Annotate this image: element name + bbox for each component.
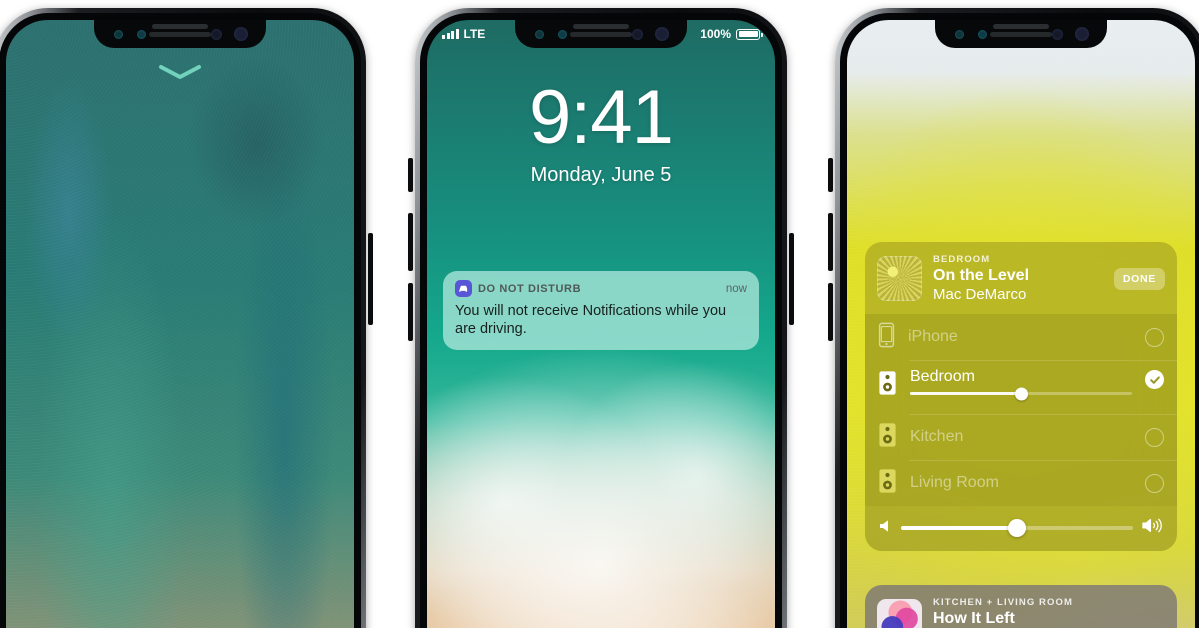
second-now-playing-card[interactable]: KITCHEN + LIVING ROOM How It Left Violen…: [865, 585, 1177, 628]
earpiece-grille: [152, 24, 208, 29]
screenshot-root: Green Light Lorde: [0, 0, 1199, 628]
screen-left: Green Light Lorde: [6, 20, 354, 628]
status-bar: LTE 100%: [427, 20, 775, 48]
device-row-bedroom[interactable]: Bedroom: [865, 360, 1177, 414]
notification-app-title: DO NOT DISTURB: [478, 282, 582, 295]
side-power-button[interactable]: [789, 233, 794, 325]
volume-up-button[interactable]: [408, 213, 413, 271]
infrared-camera-icon: [955, 29, 964, 39]
airplay-card-meta: BEDROOM On the Level Mac DeMarco: [933, 254, 1103, 303]
clock-time: 9:41: [529, 75, 674, 160]
volume-low-icon: [879, 519, 892, 538]
volume-high-icon: [1142, 518, 1163, 538]
status-bar-left: LTE: [442, 27, 485, 41]
notification-banner[interactable]: DO NOT DISTURB now You will not receive …: [443, 271, 759, 350]
album-artwork: [877, 256, 922, 301]
notch: [94, 20, 266, 48]
network-type-label: LTE: [463, 27, 486, 41]
iphone-icon: [878, 322, 895, 353]
wallpaper-blurred-teal: [6, 20, 354, 628]
notch-sensors-right: [1052, 27, 1089, 41]
side-power-button[interactable]: [368, 233, 373, 325]
device-radio-unselected[interactable]: [1145, 473, 1164, 493]
clock-date: Monday, June 5: [530, 164, 672, 187]
device-name: Bedroom: [910, 368, 975, 385]
dot-projector-icon: [1052, 28, 1063, 40]
device-name: Kitchen: [910, 428, 964, 445]
device-name: iPhone: [908, 328, 958, 345]
notification-body: You will not receive Notifications while…: [455, 303, 727, 338]
chevron-down-icon: [158, 64, 202, 85]
status-bar-right: 100%: [700, 27, 763, 41]
device-row-kitchen[interactable]: Kitchen: [865, 414, 1177, 460]
airplay-card: BEDROOM On the Level Mac DeMarco DONE iP…: [865, 242, 1177, 551]
notification-time: now: [725, 282, 747, 295]
front-camera-icon: [234, 27, 248, 41]
speaker-icon: [878, 370, 897, 401]
front-camera-icon: [1075, 27, 1089, 41]
flood-illuminator-icon: [137, 29, 146, 39]
notch-sensors-right: [211, 27, 248, 41]
device-row-iphone[interactable]: iPhone: [865, 314, 1177, 360]
earpiece-grille-secondary: [149, 32, 211, 37]
device-volume-fill: [910, 392, 1021, 395]
earpiece-grille: [993, 24, 1049, 29]
car-do-not-disturb-icon: [455, 280, 472, 297]
second-card-room: KITCHEN + LIVING ROOM: [933, 597, 1074, 608]
volume-up-button[interactable]: [828, 213, 833, 271]
airplay-room-label: BEDROOM: [933, 254, 991, 265]
phone-left-control-center: Green Light Lorde: [0, 8, 373, 628]
dot-projector-icon: [211, 28, 222, 40]
master-volume-fill: [901, 526, 1017, 530]
volume-down-button[interactable]: [828, 283, 833, 341]
screen-right: BEDROOM On the Level Mac DeMarco DONE iP…: [847, 20, 1195, 628]
device-volume-knob[interactable]: [1014, 387, 1028, 400]
airplay-device-list: iPhone Bedroom Kitchen Living Room: [865, 314, 1177, 506]
device-volume-slider[interactable]: [910, 387, 1132, 400]
silent-switch[interactable]: [828, 158, 833, 192]
master-volume-slider[interactable]: [901, 519, 1133, 537]
device-name: Living Room: [910, 474, 999, 491]
silent-switch[interactable]: [408, 158, 413, 192]
phone-right-airplay: BEDROOM On the Level Mac DeMarco DONE iP…: [828, 8, 1199, 628]
device-row-living-room[interactable]: Living Room: [865, 460, 1177, 506]
device-radio-selected[interactable]: [1145, 370, 1164, 389]
battery-icon: [736, 28, 763, 40]
signal-strength-icon: [442, 29, 459, 39]
battery-percent-label: 100%: [700, 27, 731, 41]
speaker-icon: [878, 468, 897, 499]
airplay-song-artist: Mac DeMarco: [933, 286, 1027, 303]
phone-middle-lock-screen: LTE 100% 9:41 Monday, June 5 DO NOT DIST…: [408, 8, 794, 628]
flood-illuminator-icon: [978, 29, 987, 39]
done-button[interactable]: DONE: [1113, 267, 1165, 290]
notch-sensors-left: [114, 29, 146, 39]
notch: [935, 20, 1107, 48]
device-radio-unselected[interactable]: [1145, 327, 1164, 347]
notch-sensors-left: [955, 29, 987, 39]
master-volume-knob[interactable]: [1008, 519, 1026, 537]
notification-header: DO NOT DISTURB now: [455, 280, 747, 297]
infrared-camera-icon: [114, 29, 123, 39]
master-volume-row: [865, 506, 1177, 551]
album-artwork-secondary: [877, 599, 922, 628]
airplay-card-header: BEDROOM On the Level Mac DeMarco DONE: [865, 242, 1177, 314]
device-radio-unselected[interactable]: [1145, 427, 1164, 447]
volume-down-button[interactable]: [408, 283, 413, 341]
earpiece-grille-secondary: [990, 32, 1052, 37]
airplay-song-title: On the Level: [933, 267, 1030, 284]
screen-middle: LTE 100% 9:41 Monday, June 5 DO NOT DIST…: [427, 20, 775, 628]
lock-screen-clock: 9:41 Monday, June 5: [427, 75, 775, 187]
second-card-song: How It Left: [933, 610, 1015, 627]
speaker-icon: [878, 422, 897, 453]
